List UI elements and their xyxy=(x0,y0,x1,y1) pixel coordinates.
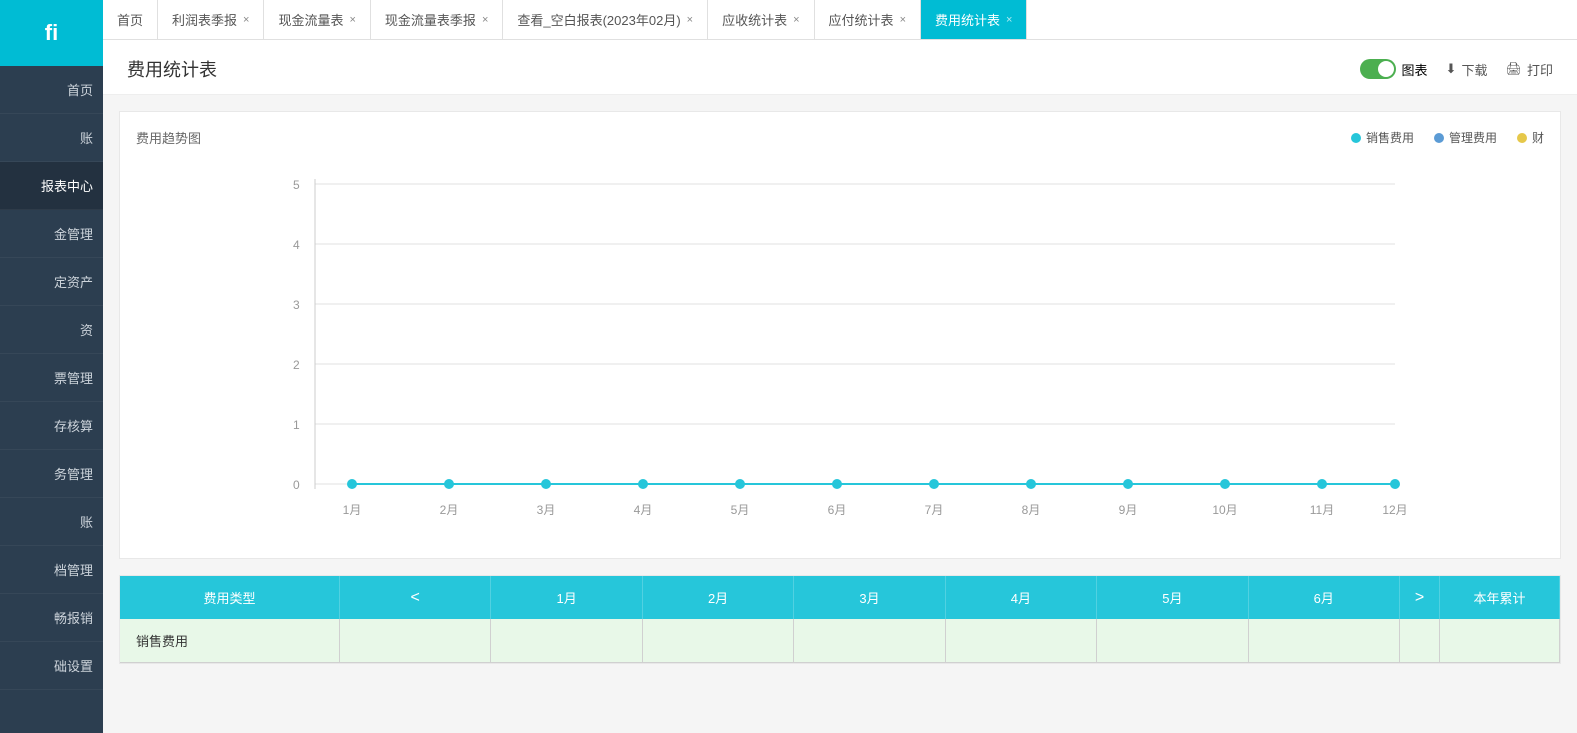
svg-text:5: 5 xyxy=(293,178,300,192)
tab-payable-stat[interactable]: 应付统计表 × xyxy=(815,0,921,39)
td-m2 xyxy=(643,619,794,663)
table-row: 销售费用 xyxy=(120,619,1560,663)
svg-text:5月: 5月 xyxy=(731,503,750,517)
sidebar-item-fixed-assets[interactable]: 定资产 xyxy=(0,258,103,306)
legend-finance: 财 xyxy=(1517,129,1544,146)
header-actions: 图表 ⬇ 下载 🖨 打印 xyxy=(1360,59,1553,79)
td-m6 xyxy=(1249,619,1400,663)
tab-home[interactable]: 首页 xyxy=(103,0,158,39)
close-tab-blank-report[interactable]: × xyxy=(687,14,693,26)
tab-blank-report[interactable]: 查看_空白报表(2023年02月) × xyxy=(503,0,708,39)
sidebar-item-report-center[interactable]: 报表中心 xyxy=(0,162,103,210)
print-icon: 🖨 xyxy=(1505,61,1522,77)
sidebar-item-account[interactable]: 账 xyxy=(0,114,103,162)
tab-cash-flow-quarter[interactable]: 现金流量表季报 × xyxy=(371,0,503,39)
svg-text:4月: 4月 xyxy=(634,503,653,517)
main-area: 首页 利润表季报 × 现金流量表 × 现金流量表季报 × 查看_空白报表(202… xyxy=(103,0,1577,733)
svg-text:2: 2 xyxy=(293,358,300,372)
sidebar-logo: fi xyxy=(0,0,103,66)
td-m4 xyxy=(946,619,1097,663)
legend-dot-finance xyxy=(1517,133,1527,143)
svg-text:8月: 8月 xyxy=(1022,503,1041,517)
th-next-nav[interactable]: > xyxy=(1400,576,1440,619)
td-total xyxy=(1440,619,1560,663)
td-type: 销售费用 xyxy=(120,619,340,663)
sidebar-item-service[interactable]: 务管理 xyxy=(0,450,103,498)
th-m1: 1月 xyxy=(491,576,642,619)
td-m5 xyxy=(1097,619,1248,663)
chart-toggle-wrap[interactable]: 图表 xyxy=(1360,59,1428,79)
sidebar-item-ticket[interactable]: 票管理 xyxy=(0,354,103,402)
td-m3 xyxy=(794,619,945,663)
close-tab-profit-quarter[interactable]: × xyxy=(243,14,249,26)
th-total: 本年累计 xyxy=(1440,576,1560,619)
sidebar-item-home[interactable]: 首页 xyxy=(0,66,103,114)
chart-header: 费用趋势图 销售费用 管理费用 财 xyxy=(136,128,1544,147)
legend-sales: 销售费用 xyxy=(1351,129,1414,146)
svg-text:7月: 7月 xyxy=(925,503,944,517)
page-header: 费用统计表 图表 ⬇ 下载 🖨 打印 xyxy=(103,40,1577,95)
table-header-row: 费用类型 < 1月 2月 3月 4月 5月 6月 > 本年累计 xyxy=(120,576,1560,619)
svg-text:3: 3 xyxy=(293,298,300,312)
close-tab-receivable[interactable]: × xyxy=(793,14,799,26)
close-tab-cash-flow[interactable]: × xyxy=(349,14,355,26)
td-m1 xyxy=(491,619,642,663)
svg-text:12月: 12月 xyxy=(1382,503,1407,517)
th-type: 费用类型 xyxy=(120,576,340,619)
tab-receivable[interactable]: 应收统计表 × xyxy=(708,0,814,39)
chart-canvas: 5 4 3 2 1 0 1月 2月 3月 xyxy=(136,159,1544,542)
chart-section: 费用趋势图 销售费用 管理费用 财 xyxy=(119,111,1561,559)
th-m6: 6月 xyxy=(1249,576,1400,619)
svg-text:3月: 3月 xyxy=(537,503,556,517)
chart-title: 费用趋势图 xyxy=(136,128,201,147)
svg-text:4: 4 xyxy=(293,238,300,252)
svg-text:11月: 11月 xyxy=(1310,503,1334,517)
chart-toggle[interactable] xyxy=(1360,59,1396,79)
svg-text:10月: 10月 xyxy=(1212,503,1237,517)
expense-table: 费用类型 < 1月 2月 3月 4月 5月 6月 > 本年累计 销售费用 xyxy=(119,575,1561,664)
sidebar-item-investment[interactable]: 资 xyxy=(0,306,103,354)
svg-text:1月: 1月 xyxy=(343,503,362,517)
th-prev-nav[interactable]: < xyxy=(340,576,491,619)
close-tab-payable-stat[interactable]: × xyxy=(900,14,906,26)
svg-text:2月: 2月 xyxy=(440,503,459,517)
chart-toggle-label: 图表 xyxy=(1402,60,1428,79)
th-m2: 2月 xyxy=(643,576,794,619)
th-m4: 4月 xyxy=(946,576,1097,619)
chart-svg: 5 4 3 2 1 0 1月 2月 3月 xyxy=(136,159,1544,539)
close-tab-cash-flow-quarter[interactable]: × xyxy=(482,14,488,26)
close-tab-expense-stat[interactable]: × xyxy=(1006,14,1012,26)
svg-text:9月: 9月 xyxy=(1119,503,1138,517)
print-button[interactable]: 🖨 打印 xyxy=(1505,60,1553,79)
td-nav-empty xyxy=(340,619,491,663)
sidebar-item-inventory[interactable]: 存核算 xyxy=(0,402,103,450)
download-icon: ⬇ xyxy=(1446,61,1457,77)
sidebar-item-settings[interactable]: 础设置 xyxy=(0,642,103,690)
legend-dot-admin xyxy=(1434,133,1444,143)
sidebar-item-payable[interactable]: 账 xyxy=(0,498,103,546)
sidebar-item-archive[interactable]: 档管理 xyxy=(0,546,103,594)
sidebar-item-expense-report[interactable]: 畅报销 xyxy=(0,594,103,642)
svg-text:6月: 6月 xyxy=(828,503,847,517)
th-m3: 3月 xyxy=(794,576,945,619)
sidebar: fi 首页 账 报表中心 金管理 定资产 资 票管理 存核算 务管理 账 档管理… xyxy=(0,0,103,733)
legend-dot-sales xyxy=(1351,133,1361,143)
sidebar-item-fund[interactable]: 金管理 xyxy=(0,210,103,258)
svg-text:0: 0 xyxy=(293,478,300,492)
legend-admin: 管理费用 xyxy=(1434,129,1497,146)
tab-bar: 首页 利润表季报 × 现金流量表 × 现金流量表季报 × 查看_空白报表(202… xyxy=(103,0,1577,40)
download-button[interactable]: ⬇ 下载 xyxy=(1446,60,1488,79)
th-m5: 5月 xyxy=(1097,576,1248,619)
content-area: 费用统计表 图表 ⬇ 下载 🖨 打印 费用趋势图 xyxy=(103,40,1577,733)
tab-cash-flow[interactable]: 现金流量表 × xyxy=(264,0,370,39)
page-title: 费用统计表 xyxy=(127,56,217,82)
chart-legend: 销售费用 管理费用 财 xyxy=(1351,129,1544,146)
td-nav2-empty xyxy=(1400,619,1440,663)
svg-text:1: 1 xyxy=(293,418,300,432)
tab-expense-stat[interactable]: 费用统计表 × xyxy=(921,0,1027,39)
tab-profit-quarter[interactable]: 利润表季报 × xyxy=(158,0,264,39)
